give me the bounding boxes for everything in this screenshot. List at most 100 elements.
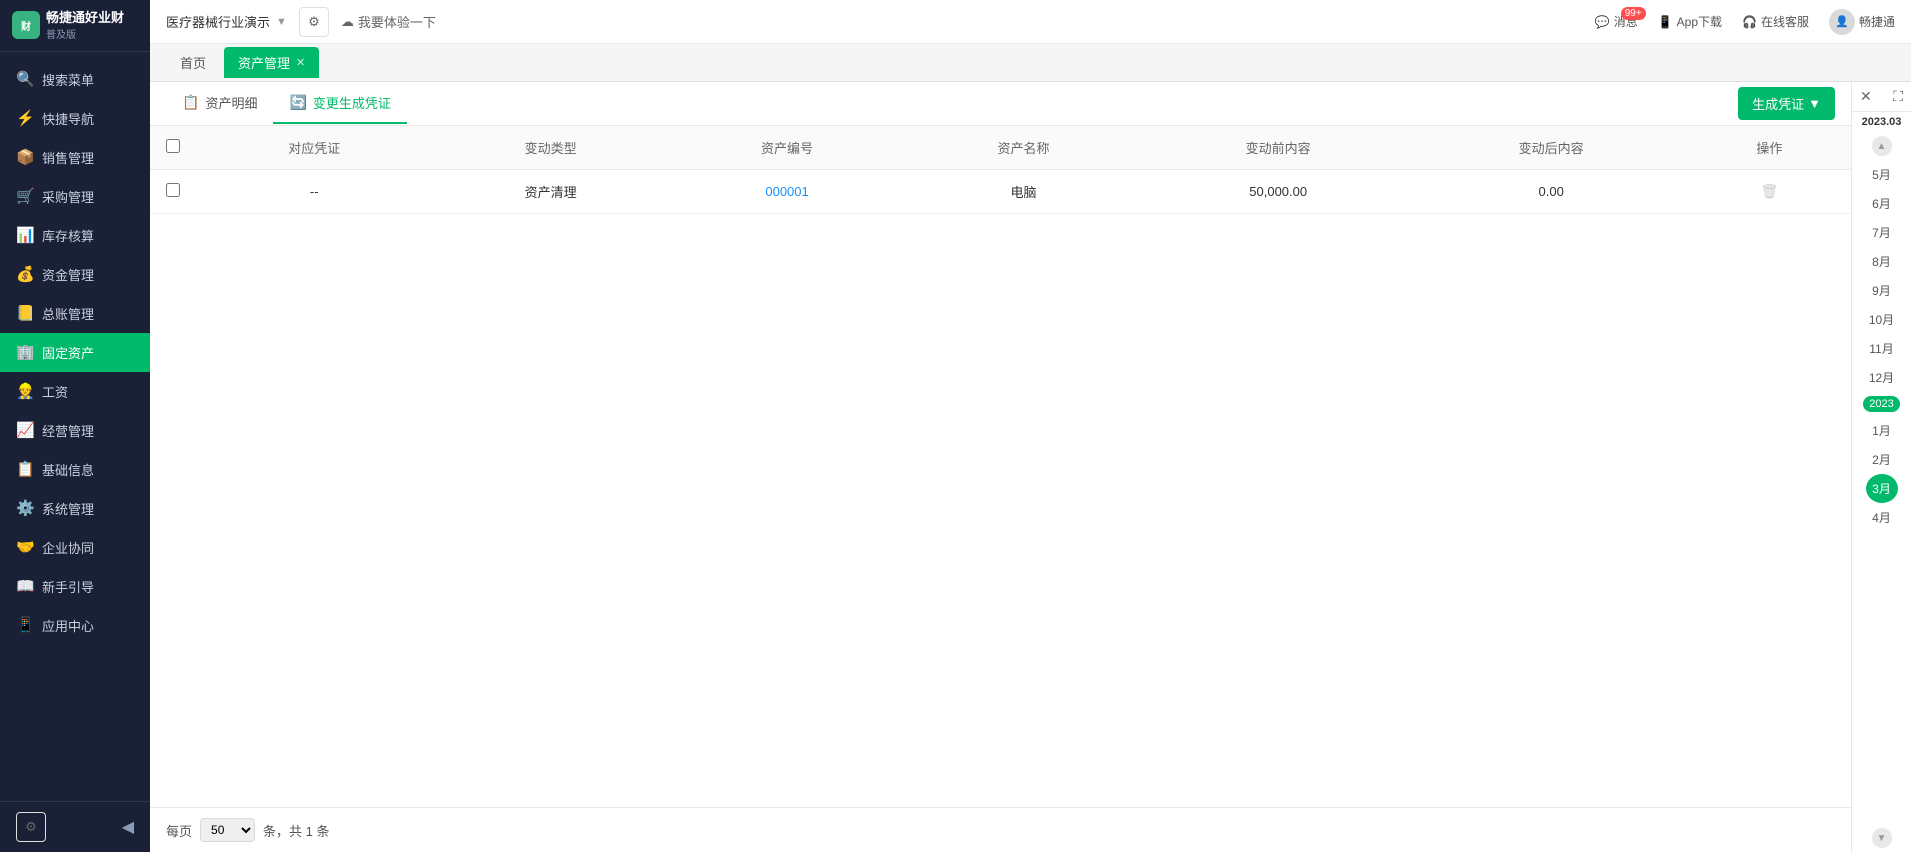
nav-label-fixed-assets: 固定资产: [42, 343, 94, 362]
month-item-5月[interactable]: 5月: [1852, 160, 1911, 189]
nav-label-purchase: 采购管理: [42, 187, 94, 206]
header-asset-name: 资产名称: [905, 126, 1141, 170]
total-label: 条，共 1 条: [263, 821, 329, 840]
nav-icon-quick-nav: ⚡: [16, 109, 34, 127]
sidebar-collapse-icon[interactable]: ◀: [122, 817, 134, 837]
nav-icon-fixed-assets: 🏢: [16, 343, 34, 361]
online-service-button[interactable]: 🎧 在线客服: [1742, 13, 1809, 30]
nav-label-search: 搜索菜单: [42, 70, 94, 89]
nav-label-guide: 新手引导: [42, 577, 94, 596]
service-icon: 🎧: [1742, 15, 1757, 29]
sidebar-item-app-center[interactable]: 📱 应用中心: [0, 606, 150, 645]
sidebar-item-fixed-assets[interactable]: 🏢 固定资产: [0, 333, 150, 372]
delete-button-0[interactable]: 🗑: [1760, 183, 1778, 199]
per-page-label: 每页: [166, 821, 192, 840]
month-2023-4月[interactable]: 4月: [1852, 503, 1911, 532]
nav-label-operations: 经营管理: [42, 421, 94, 440]
sub-tab-asset-detail[interactable]: 📋 资产明细: [166, 83, 273, 124]
sidebar-settings-icon[interactable]: ⚙: [16, 812, 46, 842]
panel-close-button[interactable]: ✕: [1860, 88, 1872, 105]
month-item-6月[interactable]: 6月: [1852, 189, 1911, 218]
user-label: 畅捷通: [1859, 13, 1895, 30]
nav-icon-sales: 📦: [16, 148, 34, 166]
messages-badge: 99+: [1621, 7, 1646, 20]
nav-icon-cooperation: 🤝: [16, 538, 34, 556]
nav-label-quick-nav: 快捷导航: [42, 109, 94, 128]
user-info[interactable]: 👤 畅捷通: [1829, 9, 1895, 35]
sidebar-item-basic-info[interactable]: 📋 基础信息: [0, 450, 150, 489]
row-voucher-0: --: [196, 170, 432, 214]
nav-icon-guide: 📖: [16, 577, 34, 595]
tab-label-asset-management: 资产管理: [238, 53, 290, 72]
tab-label-home: 首页: [180, 53, 206, 72]
sidebar-item-system[interactable]: ⚙️系统管理: [0, 489, 150, 528]
month-item-8月[interactable]: 8月: [1852, 247, 1911, 276]
sidebar: 财 畅捷通好业财 普及版 🔍搜索菜单⚡快捷导航📦销售管理🛒采购管理📊库存核算💰资…: [0, 0, 150, 852]
topbar-settings-button[interactable]: ⚙: [299, 7, 329, 37]
month-item-11月[interactable]: 11月: [1852, 334, 1911, 363]
messages-button[interactable]: 💬 消息 99+: [1595, 13, 1638, 30]
avatar: 👤: [1829, 9, 1855, 35]
topbar: 医疗器械行业演示 ▼ ⚙ ☁ 我要体验一下 💬 消息 99+ 📱 App下载 🎧…: [150, 0, 1911, 44]
sidebar-item-payroll[interactable]: 👷工资: [0, 372, 150, 411]
month-2023-2月[interactable]: 2月: [1852, 445, 1911, 474]
inner-content: 📋 资产明细 🔄 变更生成凭证 生成凭证 ▼: [150, 82, 1851, 852]
row-checkbox-0[interactable]: [166, 183, 180, 197]
scroll-up-button[interactable]: ▲: [1872, 136, 1892, 156]
sidebar-bottom: ⚙ ◀: [0, 801, 150, 852]
year-badge-2023: 2023: [1863, 396, 1899, 412]
nav-icon-payroll: 👷: [16, 382, 34, 400]
nav-icon-ledger: 📒: [16, 304, 34, 322]
sidebar-item-guide[interactable]: 📖 新手引导: [0, 567, 150, 606]
sidebar-item-sales[interactable]: 📦销售管理: [0, 138, 150, 177]
month-2023-1月[interactable]: 1月: [1852, 416, 1911, 445]
experience-button[interactable]: ☁ 我要体验一下: [341, 12, 436, 31]
nav-icon-app-center: 📱: [16, 616, 34, 634]
header-checkbox-cell: [150, 126, 196, 170]
tab-home[interactable]: 首页: [166, 47, 220, 78]
sidebar-item-search[interactable]: 🔍 搜索菜单: [0, 60, 150, 99]
nav-label-inventory: 库存核算: [42, 226, 94, 245]
header-change-type: 变动类型: [432, 126, 668, 170]
sub-tab-change-voucher[interactable]: 🔄 变更生成凭证: [273, 83, 406, 124]
sidebar-item-ledger[interactable]: 📒 总账管理: [0, 294, 150, 333]
nav-icon-system: ⚙️: [16, 499, 34, 517]
sidebar-item-finance[interactable]: 💰 资金管理: [0, 255, 150, 294]
month-item-9月[interactable]: 9月: [1852, 276, 1911, 305]
header-after-content: 变动后内容: [1415, 126, 1688, 170]
row-after-content-0: 0.00: [1415, 170, 1688, 214]
nav-label-app-center: 应用中心: [42, 616, 94, 635]
month-item-12月[interactable]: 12月: [1852, 363, 1911, 392]
sidebar-item-cooperation[interactable]: 🤝企业协同: [0, 528, 150, 567]
sidebar-item-purchase[interactable]: 🛒采购管理: [0, 177, 150, 216]
right-panel: ✕ ⛶ 2023.03 ▲ 5月6月7月8月9月10月11月12月20231月2…: [1851, 82, 1911, 852]
header-before-content: 变动前内容: [1142, 126, 1415, 170]
nav-icon-finance: 💰: [16, 265, 34, 283]
month-2023-3月[interactable]: 3月: [1866, 474, 1898, 503]
logo-name: 畅捷通好业财: [46, 10, 124, 26]
company-selector[interactable]: 医疗器械行业演示 ▼: [166, 12, 287, 31]
sidebar-item-inventory[interactable]: 📊库存核算: [0, 216, 150, 255]
month-item-7月[interactable]: 7月: [1852, 218, 1911, 247]
per-page-select[interactable]: 102050100: [200, 818, 255, 842]
nav-icon-search: 🔍: [16, 70, 34, 88]
tabbar: 首页 资产管理 ✕: [150, 44, 1911, 82]
tab-asset-management[interactable]: 资产管理 ✕: [224, 47, 319, 78]
scroll-down-button[interactable]: ▼: [1872, 828, 1892, 848]
nav-label-finance: 资金管理: [42, 265, 94, 284]
tab-close-asset-management[interactable]: ✕: [296, 56, 305, 69]
nav-label-basic-info: 基础信息: [42, 460, 94, 479]
sidebar-item-quick-nav[interactable]: ⚡ 快捷导航: [0, 99, 150, 138]
header-voucher: 对应凭证: [196, 126, 432, 170]
select-all-checkbox[interactable]: [166, 139, 180, 153]
panel-expand-button[interactable]: ⛶: [1893, 88, 1903, 105]
data-table: 对应凭证 变动类型 资产编号 资产名称 变动前内容 变动后内容 操作 -- 资产…: [150, 126, 1851, 214]
app-download-button[interactable]: 📱 App下载: [1658, 13, 1722, 30]
sidebar-item-operations[interactable]: 📈经营管理: [0, 411, 150, 450]
chevron-down-icon: ▼: [276, 16, 287, 28]
nav-icon-basic-info: 📋: [16, 460, 34, 478]
nav-label-ledger: 总账管理: [42, 304, 94, 323]
generate-voucher-button[interactable]: 生成凭证 ▼: [1738, 87, 1835, 120]
online-service-label: 在线客服: [1761, 13, 1809, 30]
month-item-10月[interactable]: 10月: [1852, 305, 1911, 334]
